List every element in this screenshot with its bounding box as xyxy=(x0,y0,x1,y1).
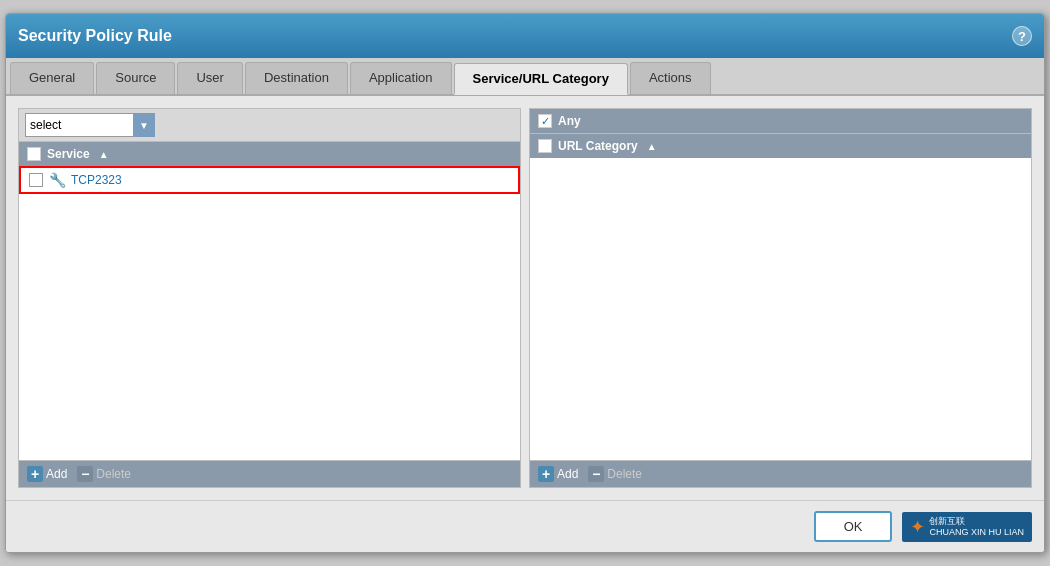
dialog-footer: OK ✦ 创新互联CHUANG XIN HU LIAN xyxy=(6,500,1044,552)
tab-bar: General Source User Destination Applicat… xyxy=(6,58,1044,96)
url-category-header-checkbox[interactable] xyxy=(538,139,552,153)
service-panel: ▼ Service ▲ 🔧 TCP2323 xyxy=(18,108,521,488)
content-area: ▼ Service ▲ 🔧 TCP2323 xyxy=(6,96,1044,500)
tab-service-url[interactable]: Service/URL Category xyxy=(454,63,628,95)
service-add-button[interactable]: + Add xyxy=(27,466,67,482)
any-checkbox[interactable] xyxy=(538,114,552,128)
tab-destination[interactable]: Destination xyxy=(245,62,348,94)
dropdown-arrow-icon[interactable]: ▼ xyxy=(133,113,155,137)
tab-user[interactable]: User xyxy=(177,62,242,94)
service-dropdown-wrapper: ▼ xyxy=(25,113,155,137)
any-row: Any xyxy=(530,109,1031,134)
add-plus-icon: + xyxy=(27,466,43,482)
tab-source[interactable]: Source xyxy=(96,62,175,94)
service-header-label: Service xyxy=(47,147,90,161)
service-toolbar: ▼ xyxy=(19,109,520,142)
delete-minus-icon: − xyxy=(77,466,93,482)
service-list: 🔧 TCP2323 xyxy=(19,166,520,460)
url-category-sort-arrow[interactable]: ▲ xyxy=(647,141,657,152)
tab-general[interactable]: General xyxy=(10,62,94,94)
service-panel-header: Service ▲ xyxy=(19,142,520,166)
service-row-label: TCP2323 xyxy=(71,173,122,187)
url-category-add-button[interactable]: + Add xyxy=(538,466,578,482)
brand-logo: ✦ 创新互联CHUANG XIN HU LIAN xyxy=(902,512,1032,542)
service-sort-arrow[interactable]: ▲ xyxy=(99,149,109,160)
url-category-delete-button[interactable]: − Delete xyxy=(588,466,642,482)
service-row-tcp2323[interactable]: 🔧 TCP2323 xyxy=(19,166,520,194)
panels-row: ▼ Service ▲ 🔧 TCP2323 xyxy=(18,108,1032,488)
ok-button[interactable]: OK xyxy=(814,511,893,542)
url-category-panel-header: URL Category ▲ xyxy=(530,134,1031,158)
service-delete-button[interactable]: − Delete xyxy=(77,466,131,482)
service-delete-label: Delete xyxy=(96,467,131,481)
brand-text: 创新互联CHUANG XIN HU LIAN xyxy=(929,516,1024,538)
service-add-label: Add xyxy=(46,467,67,481)
url-delete-minus-icon: − xyxy=(588,466,604,482)
url-add-plus-icon: + xyxy=(538,466,554,482)
security-policy-rule-dialog: Security Policy Rule ? General Source Us… xyxy=(5,13,1045,553)
any-label: Any xyxy=(558,114,581,128)
service-row-checkbox[interactable] xyxy=(29,173,43,187)
url-category-add-label: Add xyxy=(557,467,578,481)
dialog-title: Security Policy Rule xyxy=(18,27,172,45)
url-category-list xyxy=(530,158,1031,460)
tab-application[interactable]: Application xyxy=(350,62,452,94)
url-category-panel: Any URL Category ▲ + Add xyxy=(529,108,1032,488)
tab-actions[interactable]: Actions xyxy=(630,62,711,94)
url-category-panel-footer: + Add − Delete xyxy=(530,460,1031,487)
service-header-checkbox[interactable] xyxy=(27,147,41,161)
help-icon[interactable]: ? xyxy=(1012,26,1032,46)
url-category-header-label: URL Category xyxy=(558,139,638,153)
dialog-header: Security Policy Rule ? xyxy=(6,14,1044,58)
url-category-delete-label: Delete xyxy=(607,467,642,481)
service-panel-footer: + Add − Delete xyxy=(19,460,520,487)
wrench-icon: 🔧 xyxy=(49,172,65,188)
brand-icon: ✦ xyxy=(910,516,925,538)
